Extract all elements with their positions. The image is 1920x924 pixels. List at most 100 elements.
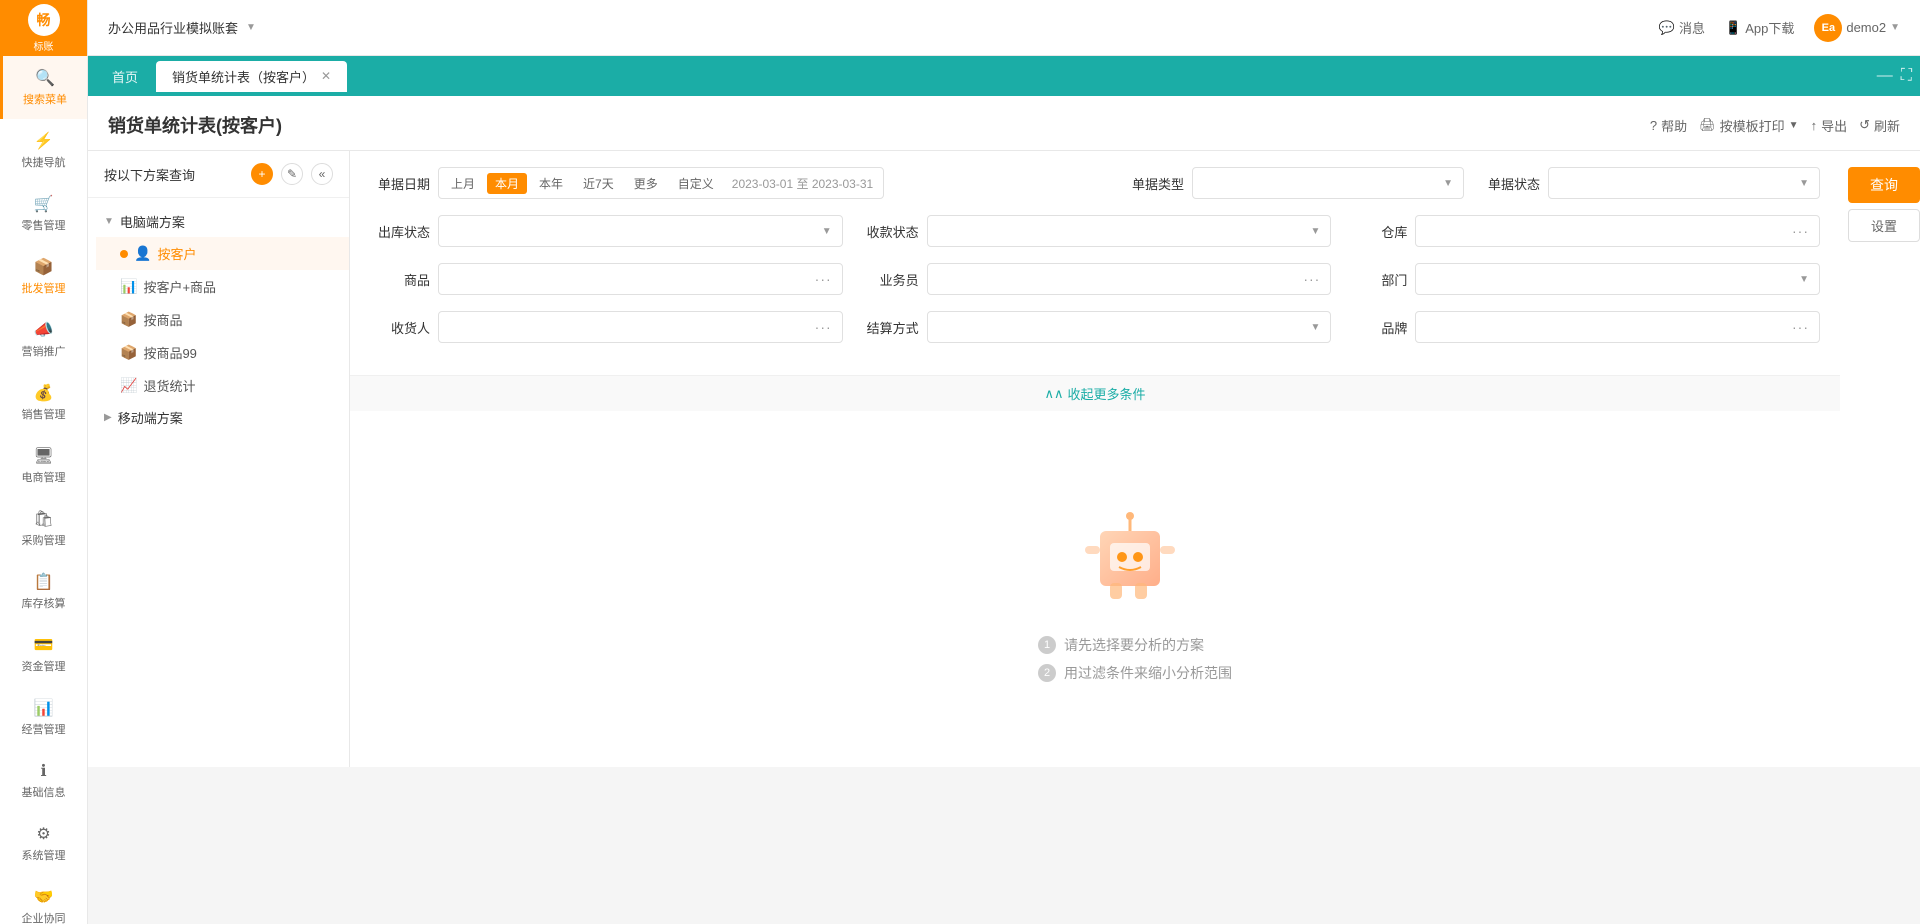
- tab-sales-stat[interactable]: 销货单统计表（按客户） ✕: [156, 61, 347, 92]
- sidebar-item-search[interactable]: 🔍 搜索菜单: [0, 56, 87, 119]
- salesperson-input[interactable]: [927, 263, 1332, 295]
- query-btn[interactable]: 查询: [1848, 167, 1920, 203]
- scheme-item-by-customer[interactable]: 👤 按客户: [96, 237, 349, 270]
- settlement-select[interactable]: [938, 320, 1311, 335]
- collection-status-select[interactable]: [938, 224, 1311, 239]
- settlement-select-wrapper[interactable]: ▼: [927, 311, 1332, 343]
- sidebar-item-purchase[interactable]: 🛍 采购管理: [0, 497, 87, 560]
- scheme-add-btn[interactable]: +: [251, 163, 273, 185]
- sidebar-item-retail[interactable]: 🛒 零售管理: [0, 182, 87, 245]
- app-download-icon: 📱: [1725, 20, 1741, 36]
- scheme-items-desktop: 👤 按客户 📊 按客户+商品 📦 按商品: [88, 237, 349, 402]
- goods-input[interactable]: [438, 263, 843, 295]
- scheme-item-by-customer-goods[interactable]: 📊 按客户+商品: [96, 270, 349, 303]
- date-btn-this-month[interactable]: 本月: [487, 173, 527, 194]
- doc-type-select-wrapper[interactable]: ▼: [1192, 167, 1464, 199]
- scheme-group-mobile-arrow-icon: ▶: [104, 412, 112, 423]
- scheme-item-refund-stat[interactable]: 📈 退货统计: [96, 369, 349, 402]
- collection-status-select-wrapper[interactable]: ▼: [927, 215, 1332, 247]
- scheme-panel: 按以下方案查询 + ✎ « ▼ 电脑端方案: [88, 151, 350, 767]
- date-btn-last-month[interactable]: 上月: [443, 173, 483, 194]
- ecommerce-icon: 🖥: [33, 446, 53, 466]
- sidebar-item-cooperation[interactable]: 🤝 企业协同: [0, 875, 87, 924]
- department-select[interactable]: [1426, 272, 1799, 287]
- print-dropdown-icon: ▼: [1789, 120, 1799, 131]
- filter-item-doc-type: 单据类型 ▼: [1124, 167, 1464, 199]
- collapse-label: 收起更多条件: [1068, 384, 1146, 403]
- content-area: 按以下方案查询 + ✎ « ▼ 电脑端方案: [88, 151, 1920, 767]
- filter-item-department: 部门 ▼: [1347, 263, 1820, 295]
- sidebar-item-marketing[interactable]: 📣 营销推广: [0, 308, 87, 371]
- sidebar-item-label: 销售管理: [22, 406, 66, 422]
- sidebar-item-wholesale[interactable]: 📦 批发管理: [0, 245, 87, 308]
- tab-home[interactable]: 首页: [96, 61, 154, 92]
- sidebar-item-operation[interactable]: 📊 经营管理: [0, 686, 87, 749]
- doc-type-select[interactable]: [1203, 176, 1443, 191]
- app-download-label: App下载: [1745, 18, 1794, 37]
- scheme-group-mobile-label: 移动端方案: [118, 408, 333, 427]
- sidebar-item-ecommerce[interactable]: 🖥 电商管理: [0, 434, 87, 497]
- date-btn-more[interactable]: 更多: [626, 173, 666, 194]
- sidebar-item-sales[interactable]: 💰 销售管理: [0, 371, 87, 434]
- scheme-edit-btn[interactable]: ✎: [281, 163, 303, 185]
- out-status-select[interactable]: [449, 224, 822, 239]
- export-btn[interactable]: ↑ 导出: [1811, 116, 1848, 135]
- warehouse-input[interactable]: [1415, 215, 1820, 247]
- tab-sales-stat-label: 销货单统计表（按客户）: [172, 67, 315, 86]
- message-btn[interactable]: 💬 消息: [1659, 18, 1705, 37]
- date-btn-last-7days[interactable]: 近7天: [575, 173, 622, 194]
- main-content-wrapper: 单据日期 上月 本月 本年 近7天 更多 自定义 2023-03-01 至 20…: [350, 151, 1920, 767]
- help-btn[interactable]: ? 帮助: [1650, 116, 1687, 135]
- collapse-btn[interactable]: ∧∧ 收起更多条件: [350, 375, 1840, 411]
- app-download-btn[interactable]: 📱 App下载: [1725, 18, 1794, 37]
- top-header: 办公用品行业模拟账套 ▼ 💬 消息 📱 App下载 Ea demo2 ▼: [88, 0, 1920, 56]
- date-range-display: 2023-03-01 至 2023-03-31: [726, 175, 879, 192]
- date-btn-this-year[interactable]: 本年: [531, 173, 571, 194]
- refresh-btn[interactable]: ↺ 刷新: [1859, 116, 1900, 135]
- sidebar-item-label: 资金管理: [22, 658, 66, 674]
- sidebar-item-label: 零售管理: [22, 217, 66, 233]
- scheme-item-by-goods-99[interactable]: 📦 按商品99: [96, 336, 349, 369]
- app-logo[interactable]: 畅 标账: [0, 0, 87, 56]
- tab-close-icon[interactable]: ✕: [321, 69, 331, 83]
- brand-input[interactable]: [1415, 311, 1820, 343]
- settings-btn[interactable]: 设置: [1848, 209, 1920, 242]
- help-label: 帮助: [1661, 116, 1687, 135]
- scheme-group-mobile: ▶ 移动端方案: [88, 402, 349, 433]
- base-info-icon: ℹ: [40, 761, 46, 781]
- tab-minimize-icon[interactable]: —: [1877, 67, 1893, 85]
- user-menu[interactable]: Ea demo2 ▼: [1814, 14, 1900, 42]
- empty-tips: 1 请先选择要分析的方案 2 用过滤条件来缩小分析范围: [1038, 631, 1232, 687]
- sidebar-item-quick-nav[interactable]: ⚡ 快捷导航: [0, 119, 87, 182]
- tab-expand-icon[interactable]: ⛶: [1901, 67, 1912, 85]
- doc-status-select-wrapper[interactable]: ▼: [1548, 167, 1820, 199]
- scheme-group-mobile-header[interactable]: ▶ 移动端方案: [88, 402, 349, 433]
- filter-and-buttons: 单据日期 上月 本月 本年 近7天 更多 自定义 2023-03-01 至 20…: [350, 151, 1920, 411]
- sidebar-item-label: 快捷导航: [22, 154, 66, 170]
- recipient-input[interactable]: [438, 311, 843, 343]
- sidebar-item-finance[interactable]: 💳 资金管理: [0, 623, 87, 686]
- sidebar-item-inventory[interactable]: 📋 库存核算: [0, 560, 87, 623]
- scheme-collapse-btn[interactable]: «: [311, 163, 333, 185]
- header-left: 办公用品行业模拟账套 ▼: [108, 18, 256, 37]
- doc-status-select[interactable]: [1559, 176, 1799, 191]
- print-label: 按模板打印: [1720, 116, 1785, 135]
- sidebar-item-base-info[interactable]: ℹ 基础信息: [0, 749, 87, 812]
- tip-2-text: 用过滤条件来缩小分析范围: [1064, 659, 1232, 687]
- recipient-label: 收货人: [370, 318, 430, 337]
- scheme-title: 按以下方案查询: [104, 165, 195, 184]
- print-btn[interactable]: 🖨 按模板打印 ▼: [1699, 116, 1798, 135]
- sidebar-item-label: 营销推广: [22, 343, 66, 359]
- scheme-group-desktop-header[interactable]: ▼ 电脑端方案: [88, 206, 349, 237]
- date-label: 单据日期: [370, 174, 430, 193]
- department-select-wrapper[interactable]: ▼: [1415, 263, 1820, 295]
- print-icon: 🖨: [1699, 117, 1716, 133]
- sidebar-menu: 🔍 搜索菜单 ⚡ 快捷导航 🛒 零售管理 📦 批发管理 📣 营销推广 💰 销售管…: [0, 56, 87, 924]
- page-content: 销货单统计表(按客户) ? 帮助 🖨 按模板打印 ▼ ↑ 导出 ↺ 刷新: [88, 96, 1920, 924]
- sidebar-item-system[interactable]: ⚙ 系统管理: [0, 812, 87, 875]
- date-btn-custom[interactable]: 自定义: [670, 173, 722, 194]
- out-status-dropdown-icon: ▼: [822, 226, 832, 237]
- scheme-item-by-goods[interactable]: 📦 按商品: [96, 303, 349, 336]
- active-dot-icon: [120, 250, 128, 258]
- out-status-select-wrapper[interactable]: ▼: [438, 215, 843, 247]
